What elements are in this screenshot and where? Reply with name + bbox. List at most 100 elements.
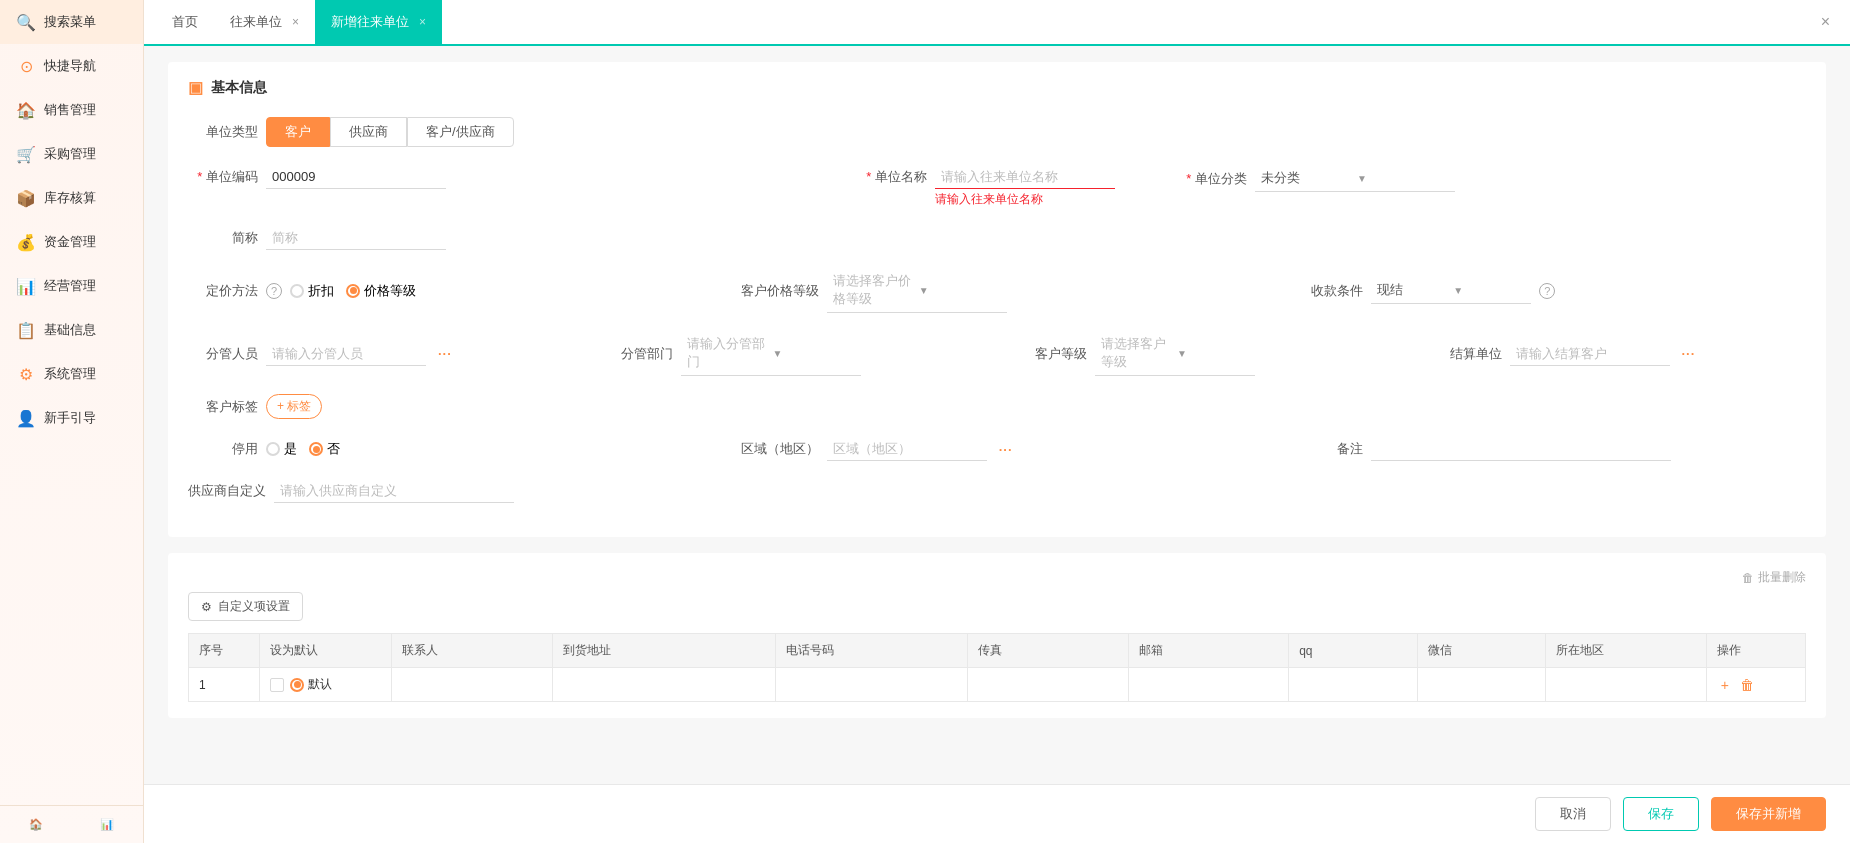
batch-delete-icon: 🗑 (1742, 571, 1754, 585)
cell-seq: 1 (189, 668, 260, 702)
radio-no[interactable]: 否 (309, 440, 340, 458)
radio-discount[interactable]: 折扣 (290, 282, 334, 300)
unit-name-input[interactable] (935, 165, 1115, 189)
manager-dots-btn[interactable]: ··· (434, 346, 456, 361)
remark-input[interactable] (1371, 437, 1671, 461)
save-new-button[interactable]: 保存并新增 (1711, 797, 1826, 831)
tab-new-contact-close[interactable]: × (419, 15, 426, 29)
region-table-input[interactable] (1556, 677, 1636, 692)
region-input[interactable] (827, 437, 987, 461)
sidebar-item-basic-info[interactable]: 📋 基础信息 (0, 308, 143, 352)
tab-contacts-label: 往来单位 (230, 13, 282, 31)
row-add-btn[interactable]: + (1717, 677, 1733, 693)
region-dots-btn[interactable]: ··· (995, 442, 1017, 457)
tab-home[interactable]: 首页 (156, 0, 214, 46)
manager-input[interactable] (266, 342, 426, 366)
custom-settings-btn[interactable]: ⚙ 自定义项设置 (188, 592, 303, 621)
custom-settings-label: 自定义项设置 (218, 598, 290, 615)
sidebar-item-search[interactable]: 🔍 搜索菜单 (0, 0, 143, 44)
radio-price-level-dot (346, 284, 360, 298)
sidebar-item-label: 经营管理 (44, 277, 96, 295)
payment-help-icon[interactable]: ? (1539, 283, 1555, 299)
unit-category-select[interactable]: 未分类 ▼ (1255, 165, 1455, 192)
dept-arrow-icon: ▼ (773, 348, 855, 359)
purchase-icon: 🛒 (16, 144, 36, 164)
row-default-radio[interactable]: 默认 (290, 676, 332, 693)
row-default-dot (290, 678, 304, 692)
short-name-input[interactable] (266, 226, 446, 250)
save-button[interactable]: 保存 (1623, 797, 1699, 831)
unit-category-label: 单位分类 (1177, 170, 1247, 188)
finance-icon: 💰 (16, 232, 36, 252)
sidebar-item-inventory[interactable]: 📦 库存核算 (0, 176, 143, 220)
sidebar-item-guide[interactable]: 👤 新手引导 (0, 396, 143, 440)
tab-new-contact[interactable]: 新增往来单位 × (315, 0, 442, 46)
col-wechat: 微信 (1417, 634, 1546, 668)
stats-btn[interactable]: 📊 (96, 814, 118, 835)
row-delete-btn[interactable]: 🗑 (1736, 677, 1758, 693)
pricing-field: 定价方法 ? 折扣 价格等级 (188, 282, 701, 300)
sidebar-item-sales[interactable]: 🏠 销售管理 (0, 88, 143, 132)
cell-region (1546, 668, 1706, 702)
customer-level-select[interactable]: 请选择客户等级 ▼ (1095, 331, 1255, 376)
unit-name-field: 单位名称 (857, 165, 1137, 189)
disable-field: 停用 是 否 (188, 440, 701, 458)
manager-row: 分管人员 ··· 分管部门 请输入分管部门 ▼ 客户等级 请选择客户等级 ▼ (188, 331, 1806, 376)
supplier-custom-field: 供应商自定义 (188, 479, 1806, 503)
unit-type-field: 单位类型 客户 供应商 客户/供应商 (188, 117, 1806, 147)
unit-type-customer-btn[interactable]: 客户 (266, 117, 330, 147)
sidebar-item-purchase[interactable]: 🛒 采购管理 (0, 132, 143, 176)
pricing-help-icon[interactable]: ? (266, 283, 282, 299)
footer: 取消 保存 保存并新增 (144, 784, 1850, 843)
customer-price-select[interactable]: 请选择客户价格等级 ▼ (827, 268, 1007, 313)
home-bottom-btn[interactable]: 🏠 (25, 814, 47, 835)
radio-no-label: 否 (327, 440, 340, 458)
tab-bar-close-btn[interactable]: × (1813, 9, 1838, 35)
guide-icon: 👤 (16, 408, 36, 428)
main-area: 首页 往来单位 × 新增往来单位 × × ▣ 基本信息 单位类型 客户 (144, 0, 1850, 843)
wechat-input[interactable] (1428, 677, 1488, 692)
row-checkbox[interactable] (270, 678, 284, 692)
email-input[interactable] (1139, 677, 1219, 692)
tab-contacts[interactable]: 往来单位 × (214, 0, 315, 46)
unit-type-row: 单位类型 客户 供应商 客户/供应商 (188, 117, 1806, 147)
ops-icon: 📊 (16, 276, 36, 296)
unit-type-supplier-btn[interactable]: 供应商 (330, 117, 407, 147)
unit-name-label: 单位名称 (857, 168, 927, 186)
section-title: ▣ 基本信息 (188, 78, 1806, 97)
settlement-input[interactable] (1510, 342, 1670, 366)
disable-radio-group: 是 否 (266, 440, 340, 458)
radio-price-level[interactable]: 价格等级 (346, 282, 416, 300)
settlement-dots-btn[interactable]: ··· (1678, 346, 1700, 361)
batch-delete-btn[interactable]: 🗑 批量删除 (1742, 569, 1806, 586)
dept-select[interactable]: 请输入分管部门 ▼ (681, 331, 861, 376)
contact-table: 序号 设为默认 联系人 到货地址 电话号码 传真 邮箱 qq 微信 所在地区 操… (188, 633, 1806, 702)
customer-level-label: 客户等级 (1017, 345, 1087, 363)
col-contact: 联系人 (392, 634, 552, 668)
system-icon: ⚙ (16, 364, 36, 384)
payment-condition-select[interactable]: 现结 ▼ (1371, 277, 1531, 304)
supplier-custom-input[interactable] (274, 479, 514, 503)
add-tag-btn[interactable]: + 标签 (266, 394, 322, 419)
qq-input[interactable] (1299, 677, 1359, 692)
sidebar-item-ops[interactable]: 📊 经营管理 (0, 264, 143, 308)
tab-new-contact-label: 新增往来单位 (331, 13, 409, 31)
contact-input[interactable] (402, 677, 482, 692)
address-input[interactable] (563, 677, 683, 692)
tab-contacts-close[interactable]: × (292, 15, 299, 29)
sidebar-item-finance[interactable]: 💰 资金管理 (0, 220, 143, 264)
unit-type-both-btn[interactable]: 客户/供应商 (407, 117, 514, 147)
sidebar-item-system[interactable]: ⚙ 系统管理 (0, 352, 143, 396)
fax-input[interactable] (978, 677, 1058, 692)
cancel-button[interactable]: 取消 (1535, 797, 1611, 831)
cell-action: + 🗑 (1706, 668, 1805, 702)
pricing-row: 定价方法 ? 折扣 价格等级 客户价格等级 (188, 268, 1806, 313)
payment-condition-value: 现结 (1377, 281, 1449, 299)
phone-input[interactable] (786, 677, 886, 692)
unit-code-input[interactable] (266, 165, 446, 189)
remark-field: 备注 (1293, 437, 1806, 461)
radio-no-dot (309, 442, 323, 456)
radio-yes[interactable]: 是 (266, 440, 297, 458)
sidebar-item-quick-nav[interactable]: ⊙ 快捷导航 (0, 44, 143, 88)
page-content: ▣ 基本信息 单位类型 客户 供应商 客户/供应商 单位编码 (144, 46, 1850, 784)
